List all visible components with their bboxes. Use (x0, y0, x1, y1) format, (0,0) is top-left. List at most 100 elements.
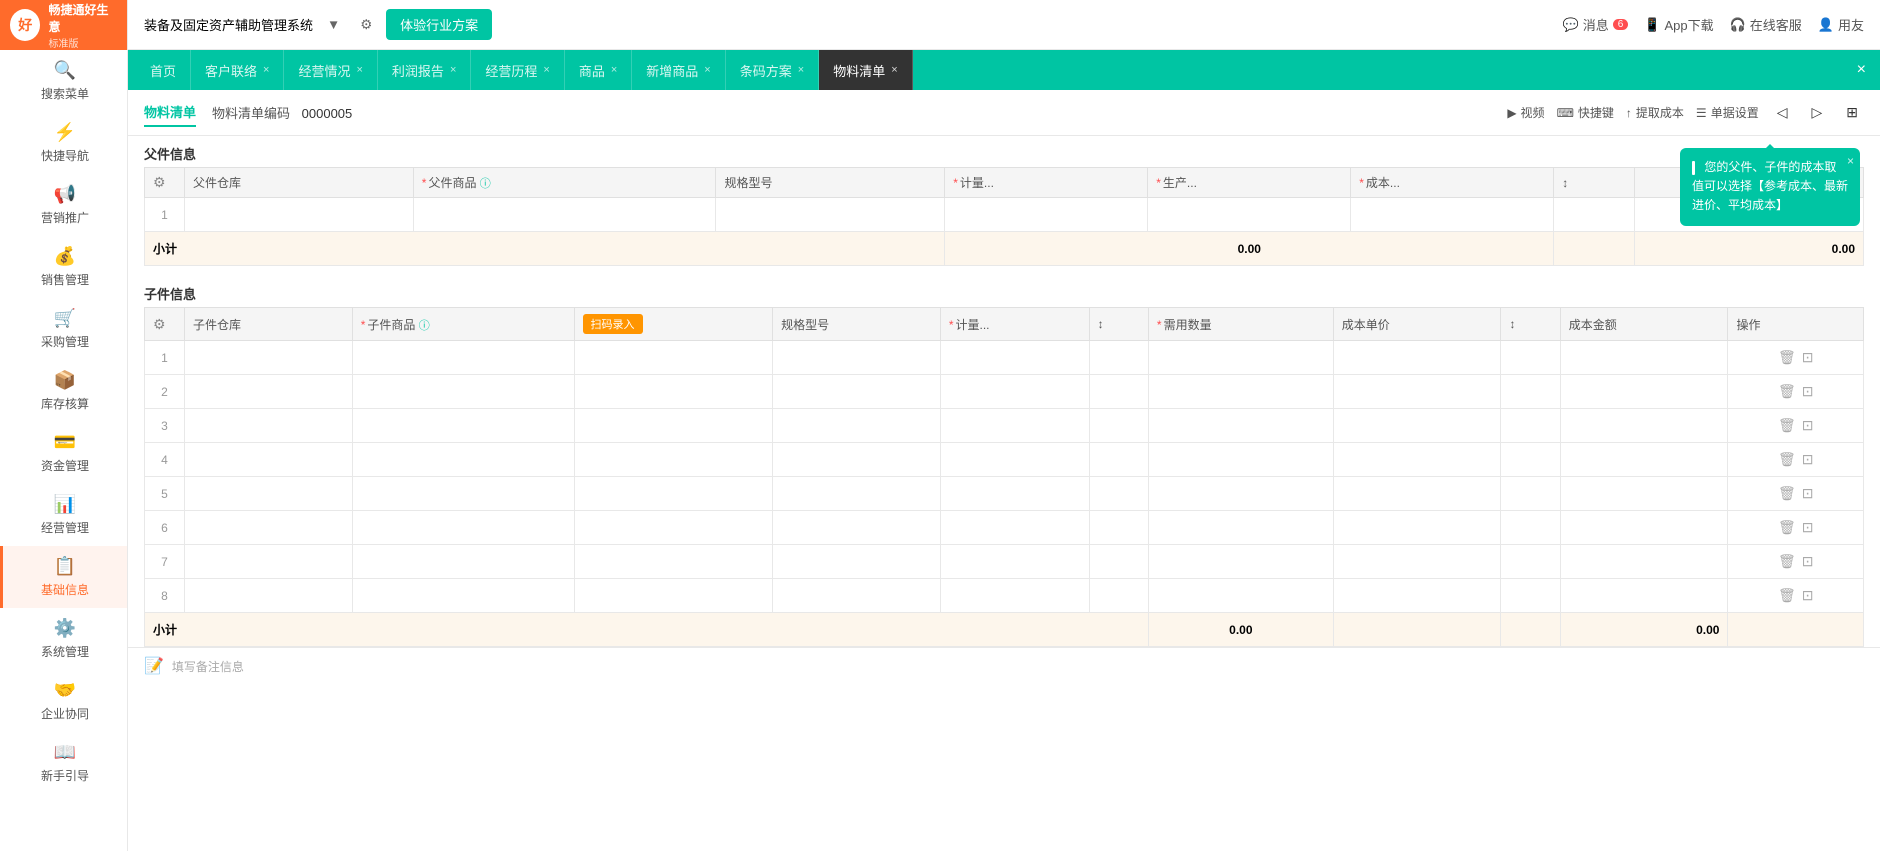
message-item[interactable]: 💬 消息 6 (1563, 15, 1629, 34)
nav-tab-close-history[interactable]: × (543, 64, 549, 76)
child-unit-cell-6[interactable] (940, 511, 1089, 545)
parent-unit-cell[interactable] (945, 198, 1148, 232)
child-product-cell-7[interactable] (352, 545, 574, 579)
grid-btn[interactable]: ⊞ (1840, 100, 1864, 125)
child-product-cell-2[interactable] (352, 375, 574, 409)
child-unit-cost-cell-6[interactable] (1333, 511, 1501, 545)
doc-settings-action[interactable]: ☰ 单据设置 (1696, 104, 1759, 121)
delete-icon-7[interactable]: 🗑 (1778, 553, 1796, 570)
collapse-btn[interactable]: ▷ (1805, 100, 1828, 125)
delete-icon-1[interactable]: 🗑 (1778, 349, 1796, 366)
topbar-dropdown-btn[interactable]: ▼ (321, 13, 346, 36)
nav-tab-goods[interactable]: 商品 × (565, 50, 632, 90)
child-spec-cell-5[interactable] (773, 477, 941, 511)
sidebar-item-sales[interactable]: 💰 销售管理 (0, 236, 127, 298)
delete-icon-2[interactable]: 🗑 (1778, 383, 1796, 400)
nav-tab-bom[interactable]: 物料清单 × (819, 50, 912, 90)
parent-spec-cell[interactable] (716, 198, 945, 232)
sidebar-item-system[interactable]: ⚙️ 系统管理 (0, 608, 127, 670)
child-product-cell-6[interactable] (352, 511, 574, 545)
bottom-hint-text[interactable]: 填写备注信息 (172, 658, 244, 675)
child-spec-cell-1[interactable] (773, 341, 941, 375)
child-unit-cost-cell-4[interactable] (1333, 443, 1501, 477)
app-download-item[interactable]: 📱 App下载 (1644, 15, 1713, 34)
nav-tab-close-barcode[interactable]: × (798, 64, 804, 76)
sidebar-item-guide[interactable]: 📖 新手引导 (0, 732, 127, 794)
child-unit-cost-cell-1[interactable] (1333, 341, 1501, 375)
child-unit-cell-4[interactable] (940, 443, 1089, 477)
child-warehouse-cell-1[interactable] (185, 341, 353, 375)
child-spec-cell-2[interactable] (773, 375, 941, 409)
sidebar-item-collab[interactable]: 🤝 企业协同 (0, 670, 127, 732)
delete-icon-6[interactable]: 🗑 (1778, 519, 1796, 536)
child-unit-cell-1[interactable] (940, 341, 1089, 375)
nav-tab-barcode[interactable]: 条码方案 × (726, 50, 819, 90)
topbar-settings-btn[interactable]: ⚙ (354, 13, 378, 37)
online-service-item[interactable]: 🎧 在线客服 (1730, 15, 1802, 34)
child-unit-cell-8[interactable] (940, 579, 1089, 613)
child-product-cell-4[interactable] (352, 443, 574, 477)
nav-tab-close-profit[interactable]: × (450, 64, 456, 76)
child-spec-cell-8[interactable] (773, 579, 941, 613)
child-qty-cell-1[interactable] (1148, 341, 1333, 375)
shortcut-action[interactable]: ⌨ 快捷键 (1557, 104, 1614, 121)
delete-icon-5[interactable]: 🗑 (1778, 485, 1796, 502)
child-unit-cost-cell-5[interactable] (1333, 477, 1501, 511)
child-qty-cell-6[interactable] (1148, 511, 1333, 545)
child-qty-cell-8[interactable] (1148, 579, 1333, 613)
nav-tab-close-new-goods[interactable]: × (704, 64, 710, 76)
delete-icon-8[interactable]: 🗑 (1778, 587, 1796, 604)
copy-icon-8[interactable]: ⊡ (1802, 587, 1814, 604)
delete-icon-3[interactable]: 🗑 (1778, 417, 1796, 434)
child-unit-cell-7[interactable] (940, 545, 1089, 579)
nav-tab-close-operation[interactable]: × (356, 64, 362, 76)
child-warehouse-cell-7[interactable] (185, 545, 353, 579)
child-product-cell-8[interactable] (352, 579, 574, 613)
child-warehouse-cell-2[interactable] (185, 375, 353, 409)
sidebar-item-search[interactable]: 🔍 搜索菜单 (0, 50, 127, 112)
extract-cost-action[interactable]: ↑ 提取成本 (1626, 104, 1684, 121)
child-qty-cell-3[interactable] (1148, 409, 1333, 443)
delete-icon-4[interactable]: 🗑 (1778, 451, 1796, 468)
nav-tab-new-goods[interactable]: 新增商品 × (632, 50, 725, 90)
copy-icon-1[interactable]: ⊡ (1802, 349, 1814, 366)
child-qty-cell-4[interactable] (1148, 443, 1333, 477)
parent-produce-cell[interactable] (1148, 198, 1351, 232)
copy-icon-4[interactable]: ⊡ (1802, 451, 1814, 468)
nav-tab-close-bom[interactable]: × (891, 64, 897, 76)
child-qty-cell-7[interactable] (1148, 545, 1333, 579)
nav-tab-operation-status[interactable]: 经营情况 × (284, 50, 377, 90)
sidebar-item-marketing[interactable]: 📢 营销推广 (0, 174, 127, 236)
child-qty-cell-5[interactable] (1148, 477, 1333, 511)
sub-tab-bom-list[interactable]: 物料清单 (144, 98, 196, 127)
user-item[interactable]: 👤 用友 (1818, 15, 1864, 34)
copy-icon-2[interactable]: ⊡ (1802, 383, 1814, 400)
child-unit-cell-2[interactable] (940, 375, 1089, 409)
sidebar-item-finance[interactable]: 💳 资金管理 (0, 422, 127, 484)
child-warehouse-cell-3[interactable] (185, 409, 353, 443)
copy-icon-7[interactable]: ⊡ (1802, 553, 1814, 570)
video-action[interactable]: ▶ 视频 (1507, 104, 1544, 121)
child-product-cell-3[interactable] (352, 409, 574, 443)
expand-btn[interactable]: ◁ (1771, 100, 1794, 125)
nav-tab-customer[interactable]: 客户联络 × (191, 50, 284, 90)
child-unit-cost-cell-8[interactable] (1333, 579, 1501, 613)
child-spec-cell-3[interactable] (773, 409, 941, 443)
nav-tab-history[interactable]: 经营历程 × (471, 50, 564, 90)
child-spec-cell-6[interactable] (773, 511, 941, 545)
child-product-cell-5[interactable] (352, 477, 574, 511)
child-warehouse-cell-6[interactable] (185, 511, 353, 545)
nav-tab-close-goods[interactable]: × (611, 64, 617, 76)
child-unit-cost-cell-3[interactable] (1333, 409, 1501, 443)
sidebar-item-inventory[interactable]: 📦 库存核算 (0, 360, 127, 422)
sidebar-item-purchase[interactable]: 🛒 采购管理 (0, 298, 127, 360)
child-unit-cost-cell-7[interactable] (1333, 545, 1501, 579)
child-warehouse-cell-4[interactable] (185, 443, 353, 477)
sidebar-item-quick-nav[interactable]: ⚡ 快捷导航 (0, 112, 127, 174)
child-unit-cell-3[interactable] (940, 409, 1089, 443)
child-unit-cost-cell-2[interactable] (1333, 375, 1501, 409)
scan-input-btn[interactable]: 扫码录入 (583, 314, 643, 334)
nav-tab-home[interactable]: 首页 (136, 50, 191, 90)
child-spec-cell-4[interactable] (773, 443, 941, 477)
nav-tab-close-customer[interactable]: × (263, 64, 269, 76)
